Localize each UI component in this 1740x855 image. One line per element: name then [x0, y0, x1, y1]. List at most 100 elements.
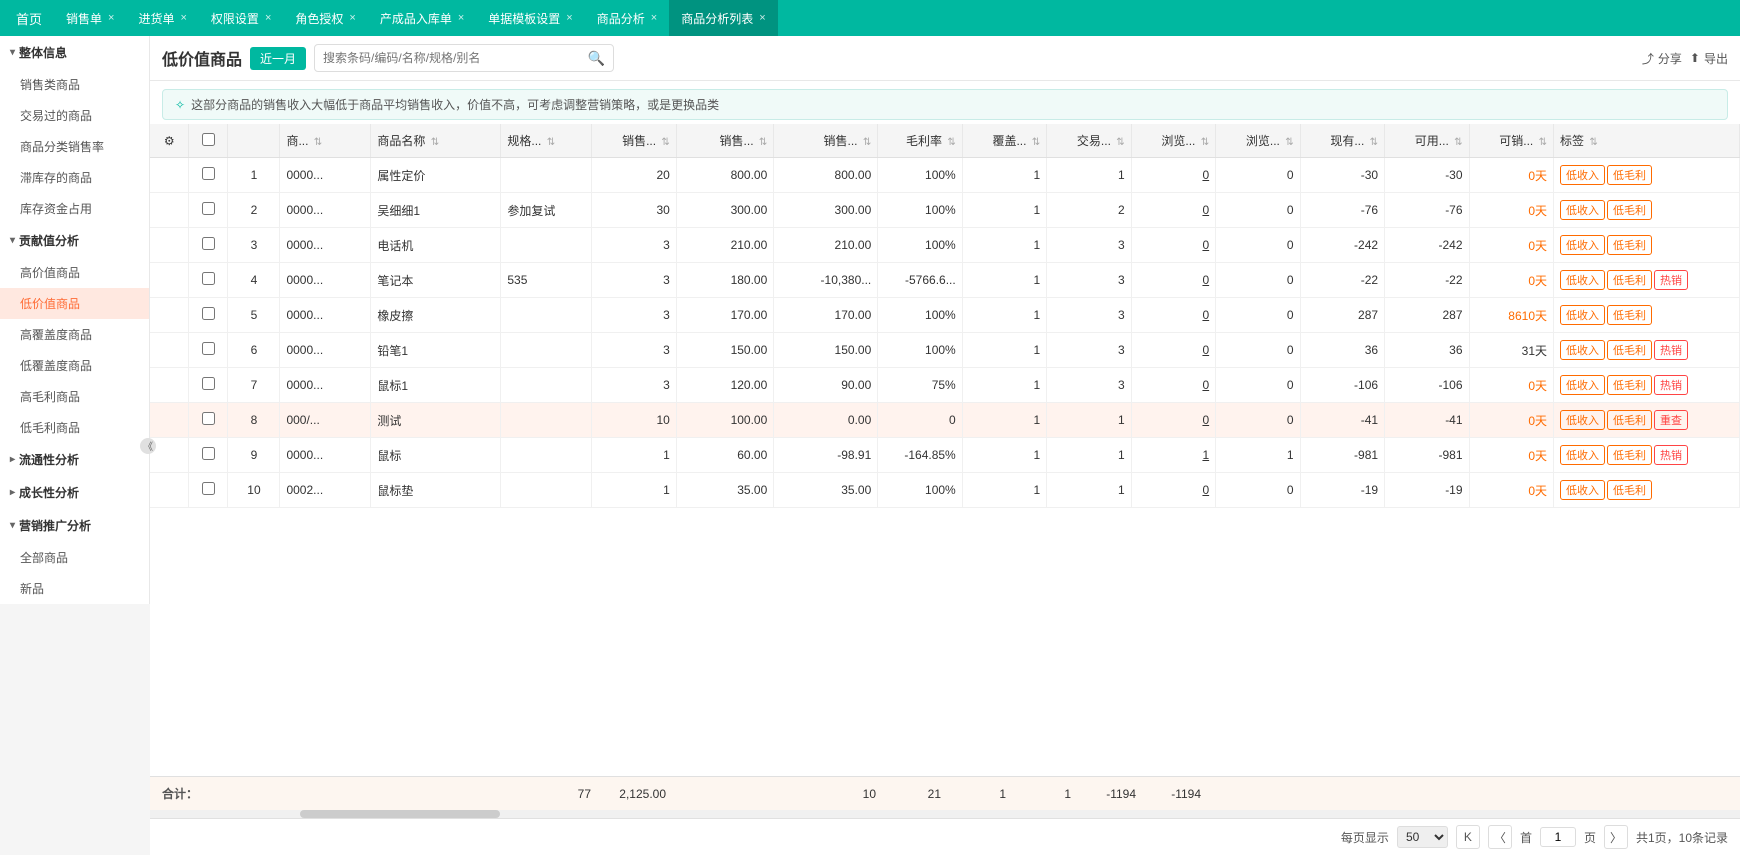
row-checkbox[interactable]: [202, 237, 215, 250]
row-view1[interactable]: 0: [1131, 298, 1215, 333]
time-filter-button[interactable]: 近一月: [250, 47, 306, 70]
view1-link[interactable]: 1: [1202, 448, 1209, 462]
row-gross-rate: 100%: [878, 298, 962, 333]
nav-product-in[interactable]: 产成品入库单 ×: [368, 0, 476, 36]
row-cover: 1: [962, 298, 1046, 333]
sidebar-group-marketing[interactable]: ▾ 营销推广分析: [0, 509, 149, 542]
row-view1[interactable]: 0: [1131, 193, 1215, 228]
nav-analysis[interactable]: 商品分析 ×: [585, 0, 669, 36]
page-number-input[interactable]: [1540, 827, 1576, 847]
col-header-name[interactable]: 商品名称 ⇅: [371, 124, 501, 158]
sidebar-item-high-coverage[interactable]: 高覆盖度商品: [0, 319, 149, 350]
search-input[interactable]: [323, 51, 588, 65]
nav-analysis-list-close[interactable]: ×: [759, 12, 765, 24]
select-all-checkbox[interactable]: [202, 133, 215, 146]
horizontal-scrollbar[interactable]: [150, 810, 1740, 818]
col-header-sell[interactable]: 可销... ⇅: [1469, 124, 1553, 158]
col-header-gross[interactable]: 毛利率 ⇅: [878, 124, 962, 158]
nav-home[interactable]: 首页: [4, 0, 54, 36]
view1-link[interactable]: 0: [1202, 168, 1209, 182]
sidebar-item-traded-products[interactable]: 交易过的商品: [0, 100, 149, 131]
view1-link[interactable]: 0: [1202, 203, 1209, 217]
row-view1[interactable]: 0: [1131, 158, 1215, 193]
row-view1[interactable]: 0: [1131, 403, 1215, 438]
search-icon[interactable]: 🔍: [588, 50, 605, 67]
view1-link[interactable]: 0: [1202, 308, 1209, 322]
row-checkbox[interactable]: [202, 202, 215, 215]
nav-perms[interactable]: 权限设置 ×: [199, 0, 283, 36]
row-checkbox[interactable]: [202, 482, 215, 495]
row-view1[interactable]: 1: [1131, 438, 1215, 473]
col-header-sale-amt[interactable]: 销售... ⇅: [676, 124, 773, 158]
share-button[interactable]: ⤴ 分享: [1642, 50, 1682, 67]
sidebar-item-all-products[interactable]: 全部商品: [0, 542, 149, 573]
col-header-tags[interactable]: 标签 ⇅: [1554, 124, 1740, 158]
table-container[interactable]: ⚙ 商... ⇅ 商品名称 ⇅ 规格... ⇅ 销售... ⇅ 销售... ⇅ …: [150, 124, 1740, 776]
sidebar-item-high-margin[interactable]: 高毛利商品: [0, 381, 149, 412]
row-checkbox[interactable]: [202, 412, 215, 425]
col-header-settings[interactable]: ⚙: [150, 124, 189, 158]
nav-purchase[interactable]: 进货单 ×: [126, 0, 198, 36]
col-header-cover[interactable]: 覆盖... ⇅: [962, 124, 1046, 158]
nav-analysis-close[interactable]: ×: [651, 12, 657, 24]
row-view1[interactable]: 0: [1131, 473, 1215, 508]
first-page-button[interactable]: K: [1456, 825, 1480, 849]
col-header-view2[interactable]: 浏览... ⇅: [1216, 124, 1300, 158]
export-button[interactable]: ⬆ 导出: [1690, 50, 1728, 67]
sidebar-group-contribution[interactable]: ▾ 贡献值分析: [0, 224, 149, 257]
col-header-avail[interactable]: 可用... ⇅: [1385, 124, 1469, 158]
sidebar-item-low-value[interactable]: 低价值商品: [0, 288, 149, 319]
nav-product-in-close[interactable]: ×: [458, 12, 464, 24]
view1-link[interactable]: 0: [1202, 343, 1209, 357]
row-sale-amt: 150.00: [676, 333, 773, 368]
sidebar-item-category-sales-rate[interactable]: 商品分类销售率: [0, 131, 149, 162]
sidebar-group-overall[interactable]: ▾ 整体信息: [0, 36, 149, 69]
per-page-select[interactable]: 50 100 200: [1397, 826, 1448, 848]
view1-link[interactable]: 0: [1202, 238, 1209, 252]
nav-template[interactable]: 单据模板设置 ×: [476, 0, 584, 36]
view1-link[interactable]: 0: [1202, 483, 1209, 497]
nav-template-close[interactable]: ×: [566, 12, 572, 24]
row-checkbox[interactable]: [202, 272, 215, 285]
nav-role-close[interactable]: ×: [349, 12, 355, 24]
sidebar-group-flow[interactable]: ▸ 流通性分析: [0, 443, 149, 476]
sidebar-item-low-coverage[interactable]: 低覆盖度商品: [0, 350, 149, 381]
col-header-stock[interactable]: 现有... ⇅: [1300, 124, 1384, 158]
view1-link[interactable]: 0: [1202, 273, 1209, 287]
nav-sales[interactable]: 销售单 ×: [54, 0, 126, 36]
row-view1[interactable]: 0: [1131, 368, 1215, 403]
view1-link[interactable]: 0: [1202, 413, 1209, 427]
row-checkbox[interactable]: [202, 377, 215, 390]
nav-role[interactable]: 角色授权 ×: [283, 0, 367, 36]
row-checkbox[interactable]: [202, 167, 215, 180]
row-view1[interactable]: 0: [1131, 228, 1215, 263]
row-sale-avg: 90.00: [774, 368, 878, 403]
prev-page-button[interactable]: 〈: [1488, 825, 1512, 849]
sidebar-collapse-button[interactable]: 《: [140, 438, 156, 454]
sidebar-item-slow-stock[interactable]: 滞库存的商品: [0, 162, 149, 193]
col-header-sale-avg[interactable]: 销售... ⇅: [774, 124, 878, 158]
nav-perms-close[interactable]: ×: [265, 12, 271, 24]
row-checkbox[interactable]: [202, 447, 215, 460]
col-header-trade[interactable]: 交易... ⇅: [1047, 124, 1131, 158]
view1-link[interactable]: 0: [1202, 378, 1209, 392]
row-checkbox[interactable]: [202, 342, 215, 355]
col-header-spec[interactable]: 规格... ⇅: [501, 124, 592, 158]
sidebar-item-new-products[interactable]: 新品: [0, 573, 149, 604]
col-header-sale-qty[interactable]: 销售... ⇅: [592, 124, 676, 158]
nav-analysis-list[interactable]: 商品分析列表 ×: [669, 0, 777, 36]
sidebar-item-sales-products[interactable]: 销售类商品: [0, 69, 149, 100]
sidebar-item-high-value[interactable]: 高价值商品: [0, 257, 149, 288]
row-view1[interactable]: 0: [1131, 333, 1215, 368]
col-header-view1[interactable]: 浏览... ⇅: [1131, 124, 1215, 158]
row-checkbox[interactable]: [202, 307, 215, 320]
sidebar-item-low-margin[interactable]: 低毛利商品: [0, 412, 149, 443]
nav-sales-close[interactable]: ×: [108, 12, 114, 24]
row-sale-amt: 60.00: [676, 438, 773, 473]
sidebar-group-growth[interactable]: ▸ 成长性分析: [0, 476, 149, 509]
col-header-code[interactable]: 商... ⇅: [280, 124, 371, 158]
next-page-button[interactable]: 〉: [1604, 825, 1628, 849]
nav-purchase-close[interactable]: ×: [180, 12, 186, 24]
sidebar-item-stock-capital[interactable]: 库存资金占用: [0, 193, 149, 224]
row-view1[interactable]: 0: [1131, 263, 1215, 298]
